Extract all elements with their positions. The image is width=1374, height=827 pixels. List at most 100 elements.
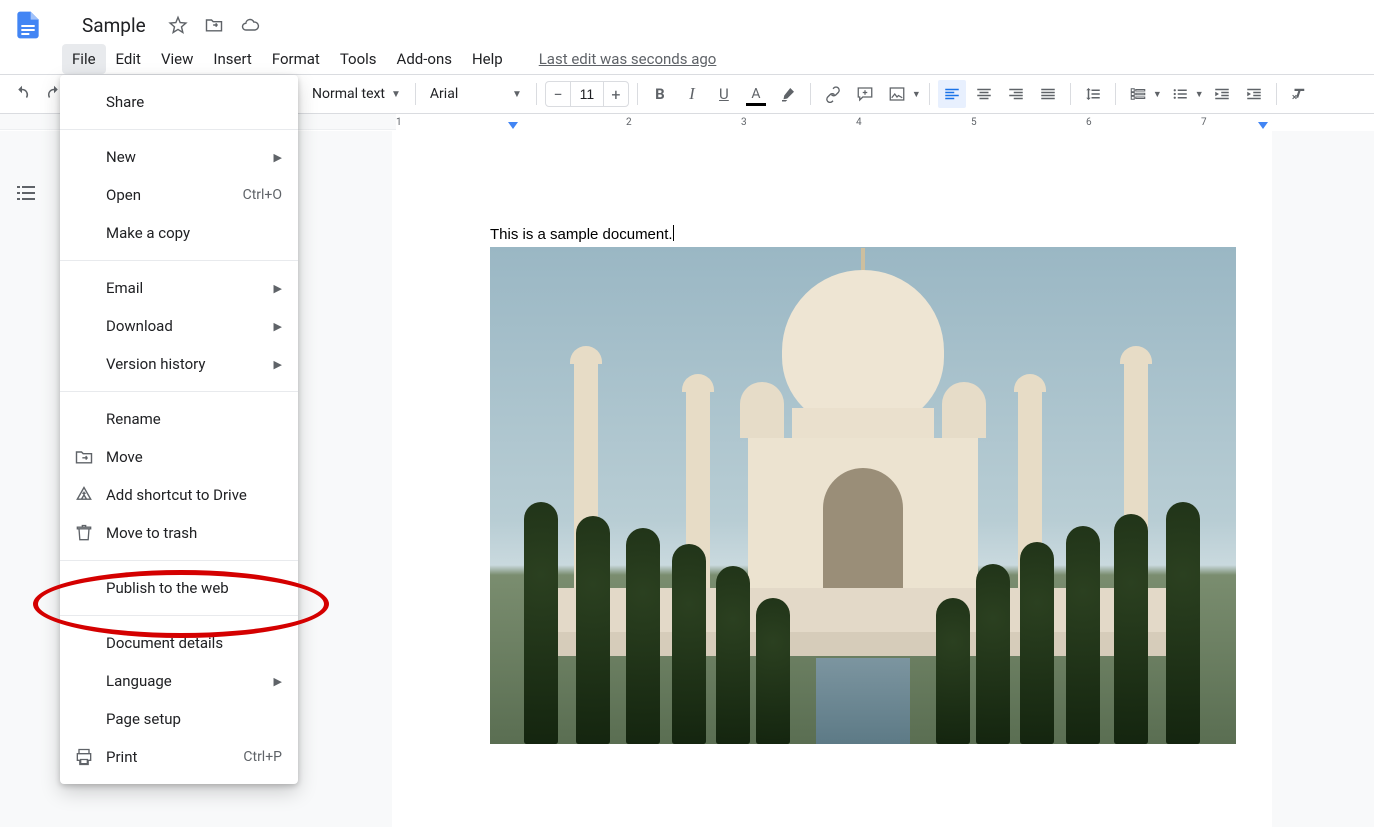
menu-divider [60, 260, 298, 261]
ruler-tick: 1 [396, 117, 402, 128]
undo-button[interactable] [8, 80, 36, 108]
submenu-caret-icon: ▶ [274, 282, 282, 295]
menu-file[interactable]: File [62, 44, 106, 74]
font-size-decrease[interactable]: − [546, 82, 570, 106]
align-right-button[interactable] [1002, 80, 1030, 108]
checklist-button[interactable] [1124, 80, 1152, 108]
toolbar-separator [637, 83, 638, 105]
ruler-tick: 7 [1201, 117, 1207, 128]
star-icon[interactable] [168, 15, 188, 35]
decrease-indent-button[interactable] [1208, 80, 1236, 108]
submenu-caret-icon: ▶ [274, 358, 282, 371]
ruler-tick: 6 [1086, 117, 1092, 128]
submenu-caret-icon: ▶ [274, 151, 282, 164]
move-folder-icon[interactable] [204, 15, 224, 35]
ruler-tick: 3 [741, 117, 747, 128]
shortcut-label: Ctrl+O [243, 187, 282, 203]
italic-button[interactable]: I [678, 80, 706, 108]
menu-item-move[interactable]: Move [60, 438, 298, 476]
toolbar-separator [1115, 83, 1116, 105]
cloud-status-icon[interactable] [240, 15, 260, 35]
menu-edit[interactable]: Edit [106, 44, 151, 74]
menu-item-make-copy[interactable]: Make a copy [60, 214, 298, 252]
title-bar: Sample [0, 0, 1374, 44]
menu-tools[interactable]: Tools [330, 44, 387, 74]
menu-divider [60, 129, 298, 130]
align-justify-button[interactable] [1034, 80, 1062, 108]
align-left-button[interactable] [938, 80, 966, 108]
toolbar-separator [415, 83, 416, 105]
underline-button[interactable]: U [710, 80, 738, 108]
menu-divider [60, 391, 298, 392]
submenu-caret-icon: ▶ [274, 320, 282, 333]
text-color-button[interactable]: A [742, 80, 770, 108]
menu-divider [60, 560, 298, 561]
menu-item-move-trash[interactable]: Move to trash [60, 514, 298, 552]
menu-item-document-details[interactable]: Document details [60, 624, 298, 662]
font-family-select[interactable]: Arial ▼ [424, 80, 528, 108]
paragraph-style-select[interactable]: Normal text ▼ [306, 80, 407, 108]
caret-down-icon[interactable]: ▼ [1195, 89, 1204, 100]
ruler-indent-marker-left[interactable] [508, 122, 518, 129]
font-size-group: − + [545, 81, 629, 107]
bold-button[interactable]: B [646, 80, 674, 108]
align-center-button[interactable] [970, 80, 998, 108]
menu-item-email[interactable]: Email▶ [60, 269, 298, 307]
toolbar-separator [810, 83, 811, 105]
caret-down-icon: ▼ [512, 89, 522, 100]
highlight-button[interactable] [774, 80, 802, 108]
font-size-input[interactable] [570, 82, 604, 106]
toolbar-separator [1070, 83, 1071, 105]
document-page[interactable]: This is a sample document. [392, 131, 1272, 827]
menu-item-download[interactable]: Download▶ [60, 307, 298, 345]
insert-link-button[interactable] [819, 80, 847, 108]
menu-item-share[interactable]: Share [60, 83, 298, 121]
menu-item-version-history[interactable]: Version history▶ [60, 345, 298, 383]
ruler-indent-marker-right[interactable] [1258, 122, 1268, 129]
docs-logo[interactable] [8, 1, 48, 49]
menu-divider [60, 615, 298, 616]
file-dropdown-menu: Share New▶ OpenCtrl+O Make a copy Email▶… [60, 75, 298, 784]
menu-format[interactable]: Format [262, 44, 330, 74]
caret-down-icon[interactable]: ▼ [1153, 89, 1162, 100]
ruler-tick: 5 [971, 117, 977, 128]
document-text: This is a sample document. [490, 226, 673, 243]
insert-image-button[interactable] [883, 80, 911, 108]
toolbar-separator [1276, 83, 1277, 105]
ruler-tick: 4 [856, 117, 862, 128]
caret-down-icon: ▼ [391, 89, 401, 100]
last-edit-link[interactable]: Last edit was seconds ago [539, 50, 717, 68]
menu-help[interactable]: Help [462, 44, 513, 74]
menu-item-publish-web[interactable]: Publish to the web [60, 569, 298, 607]
toolbar-separator [536, 83, 537, 105]
submenu-caret-icon: ▶ [274, 675, 282, 688]
menu-item-language[interactable]: Language▶ [60, 662, 298, 700]
font-family-label: Arial [430, 86, 458, 102]
caret-down-icon[interactable]: ▼ [912, 89, 921, 100]
print-icon [74, 747, 94, 767]
bulleted-list-button[interactable] [1166, 80, 1194, 108]
trash-icon [74, 523, 94, 543]
document-title[interactable]: Sample [76, 12, 152, 39]
menu-addons[interactable]: Add-ons [387, 44, 462, 74]
increase-indent-button[interactable] [1240, 80, 1268, 108]
menu-bar: File Edit View Insert Format Tools Add-o… [0, 44, 1374, 74]
menu-view[interactable]: View [151, 44, 203, 74]
clear-formatting-button[interactable] [1285, 80, 1313, 108]
document-text-line[interactable]: This is a sample document. [490, 225, 1174, 243]
folder-move-icon [74, 447, 94, 467]
document-outline-icon[interactable] [14, 181, 38, 205]
menu-item-new[interactable]: New▶ [60, 138, 298, 176]
line-spacing-button[interactable] [1079, 80, 1107, 108]
menu-item-rename[interactable]: Rename [60, 400, 298, 438]
menu-item-add-shortcut[interactable]: Add shortcut to Drive [60, 476, 298, 514]
document-image[interactable] [490, 247, 1236, 744]
insert-comment-button[interactable] [851, 80, 879, 108]
menu-item-page-setup[interactable]: Page setup [60, 700, 298, 738]
menu-item-open[interactable]: OpenCtrl+O [60, 176, 298, 214]
toolbar-separator [929, 83, 930, 105]
menu-insert[interactable]: Insert [203, 44, 261, 74]
drive-shortcut-icon [74, 485, 94, 505]
font-size-increase[interactable]: + [604, 82, 628, 106]
menu-item-print[interactable]: PrintCtrl+P [60, 738, 298, 776]
